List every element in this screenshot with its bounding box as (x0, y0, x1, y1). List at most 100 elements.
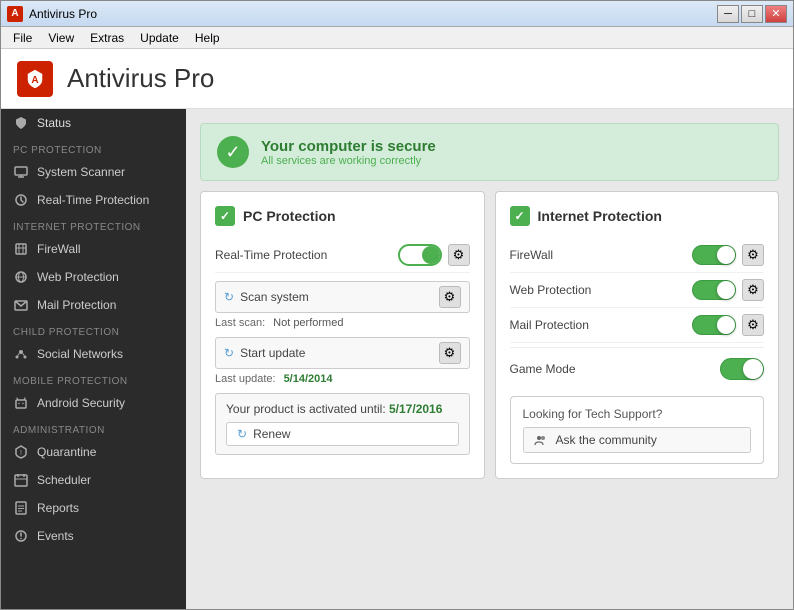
close-button[interactable]: ✕ (765, 5, 787, 23)
status-banner: ✓ Your computer is secure All services a… (200, 123, 779, 181)
firewall-label: FireWall (510, 248, 554, 262)
menu-view[interactable]: View (40, 29, 82, 47)
monitor-icon (13, 164, 29, 180)
activation-text: Your product is activated until: 5/17/20… (226, 402, 459, 416)
web-label: Web Protection (510, 283, 592, 297)
update-label-area: ↻ Start update (224, 346, 305, 360)
internet-check-icon: ✓ (510, 206, 530, 226)
mail-icon (13, 297, 29, 313)
last-scan-info: Last scan: Not performed (215, 317, 470, 329)
web-gear-button[interactable]: ⚙ (742, 279, 764, 301)
status-title: Your computer is secure (261, 138, 436, 155)
scan-gear-button[interactable]: ⚙ (439, 286, 461, 308)
renew-icon: ↻ (237, 427, 247, 441)
status-text: Your computer is secure All services are… (261, 138, 436, 167)
sidebar-item-status[interactable]: Status (1, 109, 186, 137)
realtime-toggle-row: Real-Time Protection ⚙ (215, 238, 470, 273)
mail-gear-button[interactable]: ⚙ (742, 314, 764, 336)
mobile-protection-label: MOBILE PROTECTION (1, 368, 186, 389)
admin-label: ADMINISTRATION (1, 417, 186, 438)
sidebar-item-social-networks[interactable]: Social Networks (1, 340, 186, 368)
update-row: ↻ Start update ⚙ (215, 337, 470, 369)
sidebar-item-events[interactable]: Events (1, 522, 186, 550)
last-update-val: 5/14/2014 (284, 373, 333, 385)
web-toggle-row: Web Protection ⚙ (510, 273, 765, 308)
game-mode-knob (743, 359, 763, 379)
scan-label: Scan system (240, 290, 309, 304)
sidebar-item-realtime-protection[interactable]: Real-Time Protection (1, 186, 186, 214)
status-subtitle: All services are working correctly (261, 155, 436, 167)
scheduler-icon (13, 472, 29, 488)
menu-extras[interactable]: Extras (82, 29, 132, 47)
web-controls: ⚙ (692, 279, 764, 301)
main-layout: Status PC PROTECTION System Scanner Real… (1, 109, 793, 609)
web-toggle[interactable] (692, 280, 736, 300)
mail-knob (717, 316, 735, 334)
game-mode-toggle[interactable] (720, 358, 764, 380)
last-scan-val: Not performed (273, 317, 343, 329)
realtime-label: Real-Time Protection (215, 248, 327, 262)
globe-icon (13, 269, 29, 285)
menu-help[interactable]: Help (187, 29, 228, 47)
sidebar-item-quarantine[interactable]: ! Quarantine (1, 438, 186, 466)
svg-text:A: A (31, 75, 38, 86)
internet-protection-panel: ✓ Internet Protection FireWall ⚙ (495, 191, 780, 479)
game-mode-label: Game Mode (510, 362, 576, 376)
menu-update[interactable]: Update (132, 29, 187, 47)
renew-button[interactable]: ↻ Renew (226, 422, 459, 446)
menu-bar: File View Extras Update Help (1, 27, 793, 49)
sidebar-item-scheduler[interactable]: Scheduler (1, 466, 186, 494)
internet-panel-title: ✓ Internet Protection (510, 206, 765, 226)
tech-support-box: Looking for Tech Support? Ask the commun… (510, 396, 765, 464)
child-protection-label: CHILD PROTECTION (1, 319, 186, 340)
sidebar: Status PC PROTECTION System Scanner Real… (1, 109, 186, 609)
ask-community-button[interactable]: Ask the community (523, 427, 752, 453)
community-icon (534, 433, 548, 447)
title-bar: A Antivirus Pro ─ □ ✕ (1, 1, 793, 27)
title-bar-icon: A (7, 6, 23, 22)
activation-box: Your product is activated until: 5/17/20… (215, 393, 470, 455)
reports-icon (13, 500, 29, 516)
scan-refresh-icon: ↻ (224, 290, 234, 304)
pc-protection-label: PC PROTECTION (1, 137, 186, 158)
realtime-icon (13, 192, 29, 208)
activation-date: 5/17/2016 (389, 402, 442, 416)
sidebar-item-android-security[interactable]: Android Security (1, 389, 186, 417)
last-update-info: Last update: 5/14/2014 (215, 373, 470, 385)
realtime-controls: ⚙ (398, 244, 470, 266)
content-area: ✓ Your computer is secure All services a… (186, 109, 793, 609)
maximize-button[interactable]: □ (741, 5, 763, 23)
app-logo: A (17, 61, 53, 97)
sidebar-item-web-protection[interactable]: Web Protection (1, 263, 186, 291)
firewall-toggle-row: FireWall ⚙ (510, 238, 765, 273)
menu-file[interactable]: File (5, 29, 40, 47)
shield-icon (13, 115, 29, 131)
firewall-toggle[interactable] (692, 245, 736, 265)
sidebar-item-reports[interactable]: Reports (1, 494, 186, 522)
events-icon (13, 528, 29, 544)
mail-controls: ⚙ (692, 314, 764, 336)
scan-label-area: ↻ Scan system (224, 290, 309, 304)
minimize-button[interactable]: ─ (717, 5, 739, 23)
realtime-toggle[interactable] (398, 244, 442, 266)
pc-protection-panel: ✓ PC Protection Real-Time Protection ⚙ (200, 191, 485, 479)
sidebar-item-firewall[interactable]: FireWall (1, 235, 186, 263)
app-window: A Antivirus Pro ─ □ ✕ File View Extras U… (0, 0, 794, 610)
pc-check-icon: ✓ (215, 206, 235, 226)
app-header: A Antivirus Pro (1, 49, 793, 109)
update-gear-button[interactable]: ⚙ (439, 342, 461, 364)
realtime-gear-button[interactable]: ⚙ (448, 244, 470, 266)
mail-toggle[interactable] (692, 315, 736, 335)
firewall-controls: ⚙ (692, 244, 764, 266)
title-bar-text: Antivirus Pro (29, 7, 97, 21)
internet-protection-label: INTERNET PROTECTION (1, 214, 186, 235)
sidebar-item-system-scanner[interactable]: System Scanner (1, 158, 186, 186)
panels-row: ✓ PC Protection Real-Time Protection ⚙ (200, 191, 779, 479)
firewall-gear-button[interactable]: ⚙ (742, 244, 764, 266)
app-title: Antivirus Pro (67, 63, 214, 94)
update-refresh-icon: ↻ (224, 346, 234, 360)
game-mode-row: Game Mode (510, 347, 765, 390)
sidebar-item-mail-protection[interactable]: Mail Protection (1, 291, 186, 319)
web-knob (717, 281, 735, 299)
secure-check-icon: ✓ (217, 136, 249, 168)
